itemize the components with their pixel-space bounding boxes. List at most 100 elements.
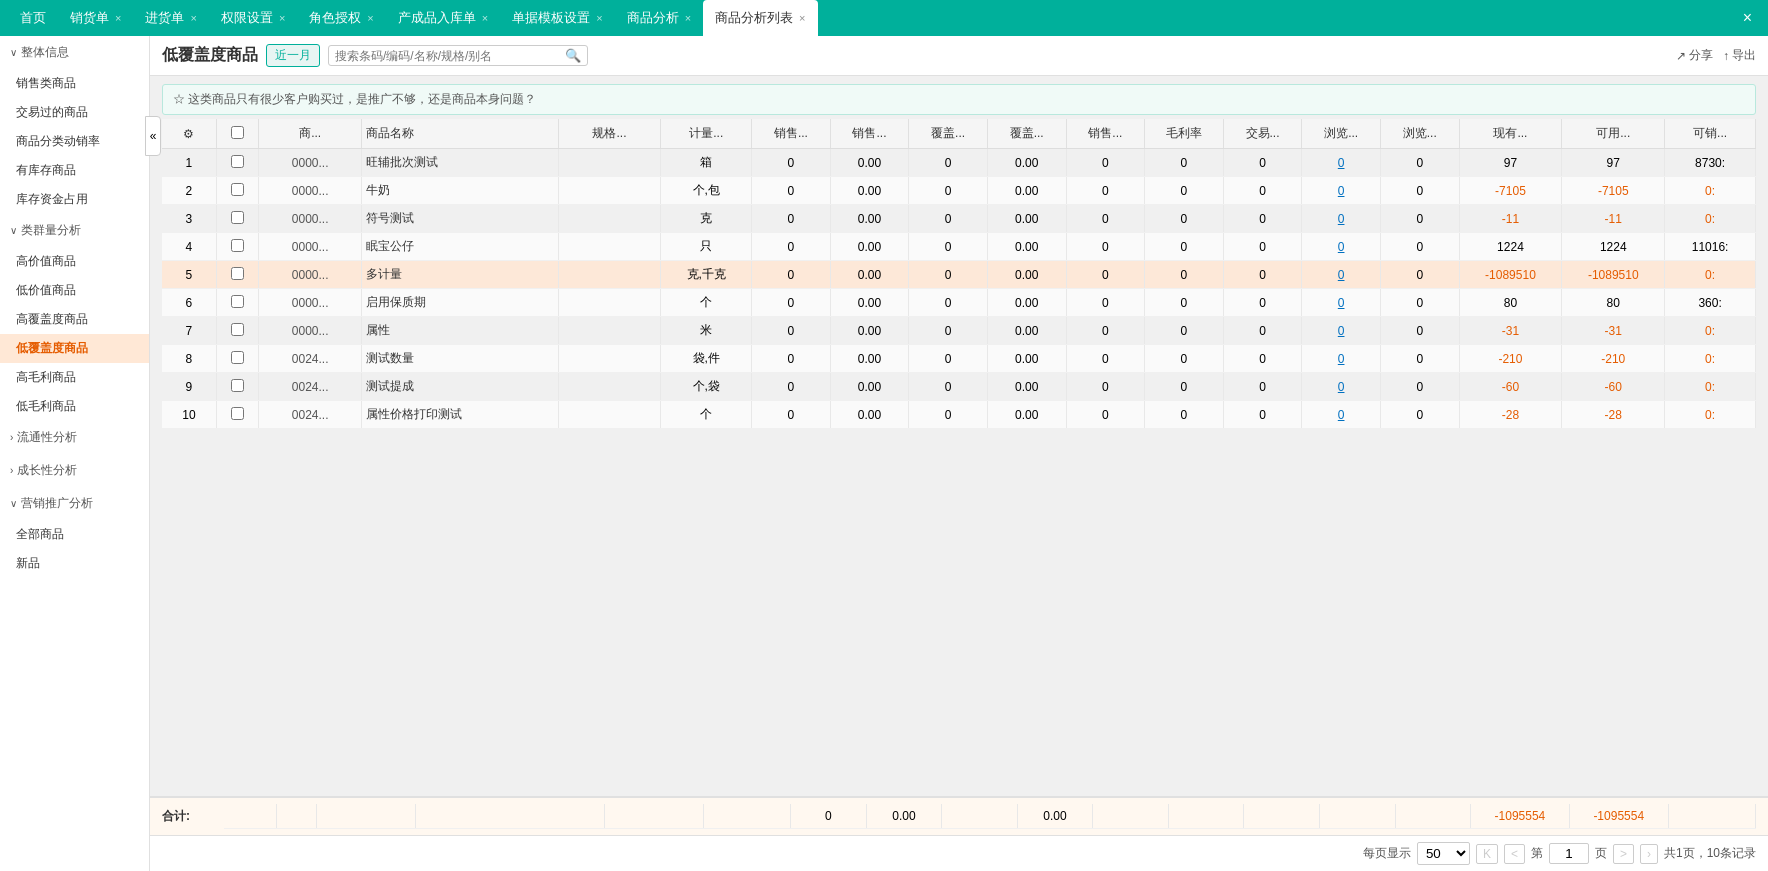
sidebar-item-sales-goods[interactable]: 销售类商品 xyxy=(0,69,149,98)
nav-tab-sales[interactable]: 销货单 × xyxy=(58,0,133,36)
close-icon[interactable]: × xyxy=(799,12,805,24)
row-checkbox[interactable] xyxy=(216,373,258,401)
close-icon[interactable]: × xyxy=(115,12,121,24)
sidebar-item-low-margin[interactable]: 低毛利商品 xyxy=(0,392,149,421)
row-checkbox[interactable] xyxy=(216,149,258,177)
sidebar-item-stock-capital[interactable]: 库存资金占用 xyxy=(0,185,149,214)
close-icon[interactable]: × xyxy=(596,12,602,24)
row-browse2: 0 xyxy=(1380,177,1459,205)
col-settings[interactable]: ⚙ xyxy=(162,119,216,149)
row-browse1[interactable]: 0 xyxy=(1302,401,1381,429)
row-select-checkbox[interactable] xyxy=(231,211,244,224)
row-sellable: 8730: xyxy=(1665,149,1756,177)
next-page-button[interactable]: > xyxy=(1613,844,1634,864)
row-checkbox[interactable] xyxy=(216,261,258,289)
row-browse1[interactable]: 0 xyxy=(1302,205,1381,233)
row-unit: 个 xyxy=(661,401,752,429)
row-sellable: 0: xyxy=(1665,345,1756,373)
per-page-select[interactable]: 50 20 100 xyxy=(1417,842,1470,865)
row-checkbox[interactable] xyxy=(216,317,258,345)
close-all-button[interactable]: × xyxy=(1735,9,1760,27)
nav-tab-analysis-list[interactable]: 商品分析列表 × xyxy=(703,0,817,36)
col-check[interactable] xyxy=(216,119,258,149)
first-page-button[interactable]: K xyxy=(1476,844,1498,864)
row-checkbox[interactable] xyxy=(216,177,258,205)
sidebar-item-low-value[interactable]: 低价值商品 xyxy=(0,276,149,305)
sidebar-section-growth[interactable]: › 成长性分析 xyxy=(0,454,149,487)
sidebar-item-all-goods[interactable]: 全部商品 xyxy=(0,520,149,549)
row-browse1[interactable]: 0 xyxy=(1302,289,1381,317)
close-icon[interactable]: × xyxy=(685,12,691,24)
row-sellable: 0: xyxy=(1665,317,1756,345)
sidebar-section-cluster[interactable]: ∨ 类群量分析 xyxy=(0,214,149,247)
sidebar-item-category-rate[interactable]: 商品分类动销率 xyxy=(0,127,149,156)
last-page-button[interactable]: › xyxy=(1640,844,1658,864)
sidebar-item-in-stock[interactable]: 有库存商品 xyxy=(0,156,149,185)
close-icon[interactable]: × xyxy=(367,12,373,24)
share-button[interactable]: ↗ 分享 xyxy=(1676,47,1713,64)
row-name: 符号测试 xyxy=(362,205,559,233)
row-select-checkbox[interactable] xyxy=(231,407,244,420)
row-sale3: 0 xyxy=(1066,261,1145,289)
sidebar-item-new-goods[interactable]: 新品 xyxy=(0,549,149,578)
row-name: 眠宝公仔 xyxy=(362,233,559,261)
row-unit: 袋,件 xyxy=(661,345,752,373)
close-icon[interactable]: × xyxy=(190,12,196,24)
nav-tab-analysis[interactable]: 商品分析 × xyxy=(615,0,703,36)
table-container[interactable]: ⚙ 商... 商品名称 规格... 计量... 销售... 销售... 覆盖..… xyxy=(162,119,1756,796)
row-select-checkbox[interactable] xyxy=(231,239,244,252)
page-number-input[interactable] xyxy=(1549,843,1589,864)
sidebar-item-low-coverage[interactable]: 低覆盖度商品 xyxy=(0,334,149,363)
row-browse1[interactable]: 0 xyxy=(1302,345,1381,373)
sidebar-section-flow[interactable]: › 流通性分析 xyxy=(0,421,149,454)
sidebar-item-high-margin[interactable]: 高毛利商品 xyxy=(0,363,149,392)
sidebar-item-high-coverage[interactable]: 高覆盖度商品 xyxy=(0,305,149,334)
row-select-checkbox[interactable] xyxy=(231,267,244,280)
table-body: 1 0000... 旺辅批次测试 箱 0 0.00 0 0.00 0 0 0 0… xyxy=(162,149,1756,429)
row-checkbox[interactable] xyxy=(216,205,258,233)
nav-tab-template[interactable]: 单据模板设置 × xyxy=(500,0,614,36)
table-row: 3 0000... 符号测试 克 0 0.00 0 0.00 0 0 0 0 0… xyxy=(162,205,1756,233)
sidebar-collapse-button[interactable]: « xyxy=(145,116,161,156)
nav-tab-purchase[interactable]: 进货单 × xyxy=(133,0,208,36)
nav-tab-home[interactable]: 首页 xyxy=(8,0,58,36)
row-browse1[interactable]: 0 xyxy=(1302,373,1381,401)
row-select-checkbox[interactable] xyxy=(231,379,244,392)
row-checkbox[interactable] xyxy=(216,289,258,317)
row-name: 旺辅批次测试 xyxy=(362,149,559,177)
row-checkbox[interactable] xyxy=(216,233,258,261)
export-button[interactable]: ↑ 导出 xyxy=(1723,47,1756,64)
select-all-checkbox[interactable] xyxy=(231,126,244,139)
prev-page-button[interactable]: < xyxy=(1504,844,1525,864)
row-sale3: 0 xyxy=(1066,345,1145,373)
row-select-checkbox[interactable] xyxy=(231,351,244,364)
page-title: 低覆盖度商品 xyxy=(162,45,258,66)
nav-tab-warehouse[interactable]: 产成品入库单 × xyxy=(386,0,500,36)
row-margin: 0 xyxy=(1145,233,1224,261)
row-select-checkbox[interactable] xyxy=(231,183,244,196)
row-browse1[interactable]: 0 xyxy=(1302,261,1381,289)
row-select-checkbox[interactable] xyxy=(231,295,244,308)
sidebar-section-overall[interactable]: ∨ 整体信息 xyxy=(0,36,149,69)
total-pages-label: 共1页，10条记录 xyxy=(1664,845,1756,862)
row-browse1[interactable]: 0 xyxy=(1302,177,1381,205)
col-sale3: 销售... xyxy=(1066,119,1145,149)
row-checkbox[interactable] xyxy=(216,401,258,429)
row-select-checkbox[interactable] xyxy=(231,323,244,336)
data-table: ⚙ 商... 商品名称 规格... 计量... 销售... 销售... 覆盖..… xyxy=(162,119,1756,429)
close-icon[interactable]: × xyxy=(279,12,285,24)
close-icon[interactable]: × xyxy=(482,12,488,24)
filter-recent-month-button[interactable]: 近一月 xyxy=(266,44,320,67)
search-input[interactable] xyxy=(335,49,565,63)
row-browse1[interactable]: 0 xyxy=(1302,233,1381,261)
sidebar-item-traded-goods[interactable]: 交易过的商品 xyxy=(0,98,149,127)
row-browse1[interactable]: 0 xyxy=(1302,149,1381,177)
row-trade: 0 xyxy=(1223,177,1302,205)
row-checkbox[interactable] xyxy=(216,345,258,373)
nav-tab-permission[interactable]: 权限设置 × xyxy=(209,0,297,36)
nav-tab-role[interactable]: 角色授权 × xyxy=(297,0,385,36)
row-browse1[interactable]: 0 xyxy=(1302,317,1381,345)
row-select-checkbox[interactable] xyxy=(231,155,244,168)
sidebar-section-marketing[interactable]: ∨ 营销推广分析 xyxy=(0,487,149,520)
sidebar-item-high-value[interactable]: 高价值商品 xyxy=(0,247,149,276)
